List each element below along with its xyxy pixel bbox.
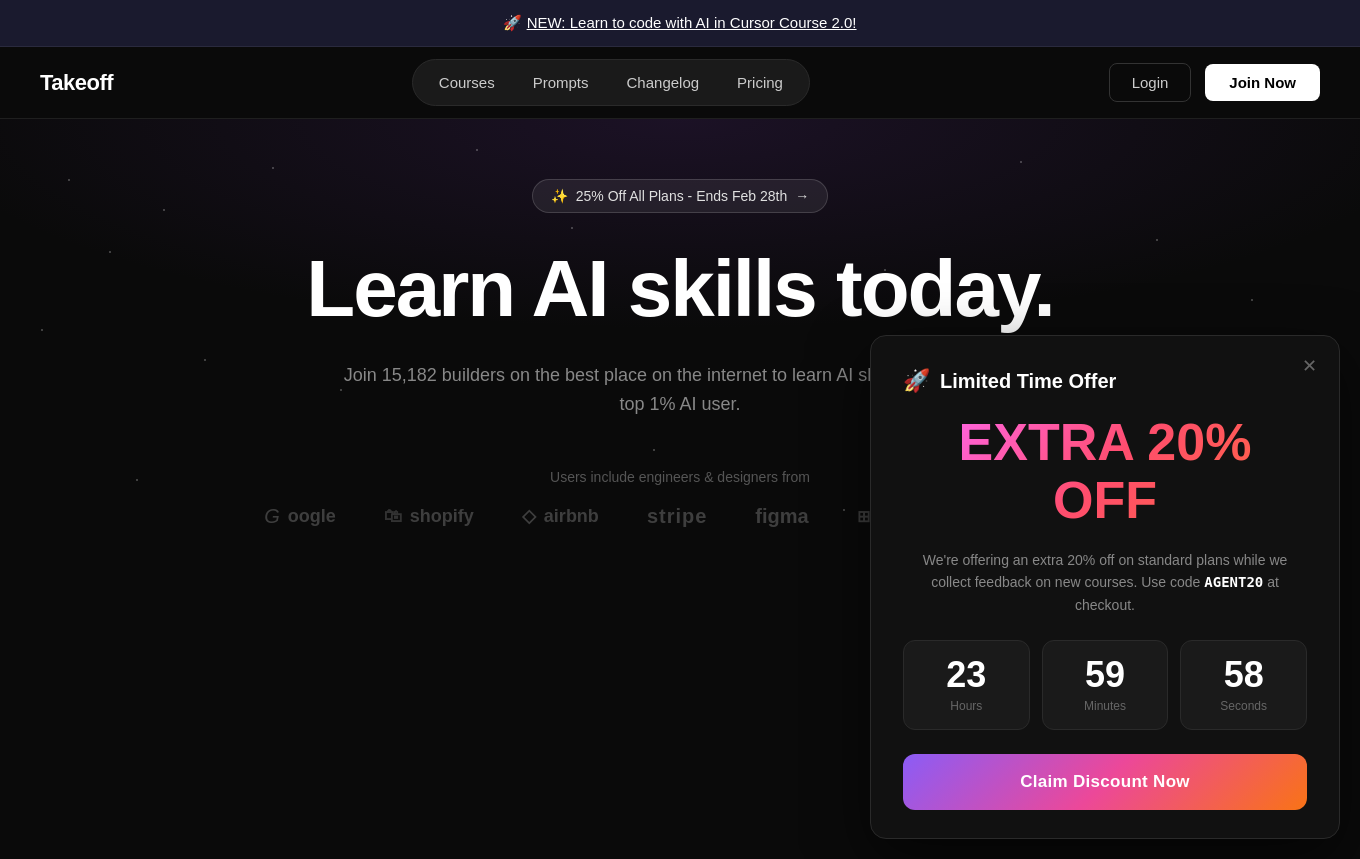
popup-header: 🚀 Limited Time Offer	[903, 368, 1307, 394]
claim-discount-button[interactable]: Claim Discount Now	[903, 754, 1307, 810]
join-now-button[interactable]: Join Now	[1205, 64, 1320, 101]
countdown-hours-label: Hours	[916, 699, 1017, 713]
announcement-banner[interactable]: 🚀 NEW: Learn to code with AI in Cursor C…	[0, 0, 1360, 47]
countdown-seconds-label: Seconds	[1193, 699, 1294, 713]
logo-airbnb: ◇ airbnb	[522, 505, 599, 527]
popup-close-button[interactable]: ✕	[1295, 352, 1323, 380]
countdown-seconds-box: 58 Seconds	[1180, 640, 1307, 730]
logo-figma: figma	[755, 505, 808, 528]
banner-link[interactable]: NEW: Learn to code with AI in Cursor Cou…	[527, 14, 857, 31]
popup-description: We're offering an extra 20% off on stand…	[903, 549, 1307, 616]
countdown-hours-box: 23 Hours	[903, 640, 1030, 730]
countdown-minutes-box: 59 Minutes	[1042, 640, 1169, 730]
promo-badge-arrow: →	[795, 188, 809, 204]
logo-stripe: stripe	[647, 505, 707, 528]
promo-badge[interactable]: ✨ 25% Off All Plans - Ends Feb 28th →	[532, 179, 828, 213]
logo-google: G oogle	[264, 505, 336, 528]
hero-title: Learn AI skills today.	[306, 245, 1053, 333]
popup-offer-text: EXTRA 20% OFF	[903, 414, 1307, 528]
header: Takeoff Courses Prompts Changelog Pricin…	[0, 47, 1360, 119]
countdown-row: 23 Hours 59 Minutes 58 Seconds	[903, 640, 1307, 730]
popup-modal: ✕ 🚀 Limited Time Offer EXTRA 20% OFF We'…	[870, 335, 1340, 839]
nav-item-pricing[interactable]: Pricing	[719, 66, 801, 99]
header-actions: Login Join Now	[1109, 63, 1320, 102]
login-button[interactable]: Login	[1109, 63, 1192, 102]
countdown-seconds-value: 58	[1193, 657, 1294, 693]
countdown-hours-value: 23	[916, 657, 1017, 693]
site-logo[interactable]: Takeoff	[40, 70, 113, 96]
countdown-minutes-value: 59	[1055, 657, 1156, 693]
nav-item-courses[interactable]: Courses	[421, 66, 513, 99]
countdown-minutes-label: Minutes	[1055, 699, 1156, 713]
logo-shopify: 🛍 shopify	[384, 506, 474, 527]
banner-rocket-icon: 🚀	[503, 14, 522, 31]
popup-promo-code: AGENT20	[1204, 574, 1263, 590]
promo-badge-icon: ✨	[551, 188, 568, 204]
nav-item-changelog[interactable]: Changelog	[609, 66, 718, 99]
nav-bar: Courses Prompts Changelog Pricing	[412, 59, 810, 106]
nav-item-prompts[interactable]: Prompts	[515, 66, 607, 99]
popup-header-title: Limited Time Offer	[940, 370, 1116, 393]
promo-badge-text: 25% Off All Plans - Ends Feb 28th	[576, 188, 787, 204]
popup-header-icon: 🚀	[903, 368, 930, 394]
